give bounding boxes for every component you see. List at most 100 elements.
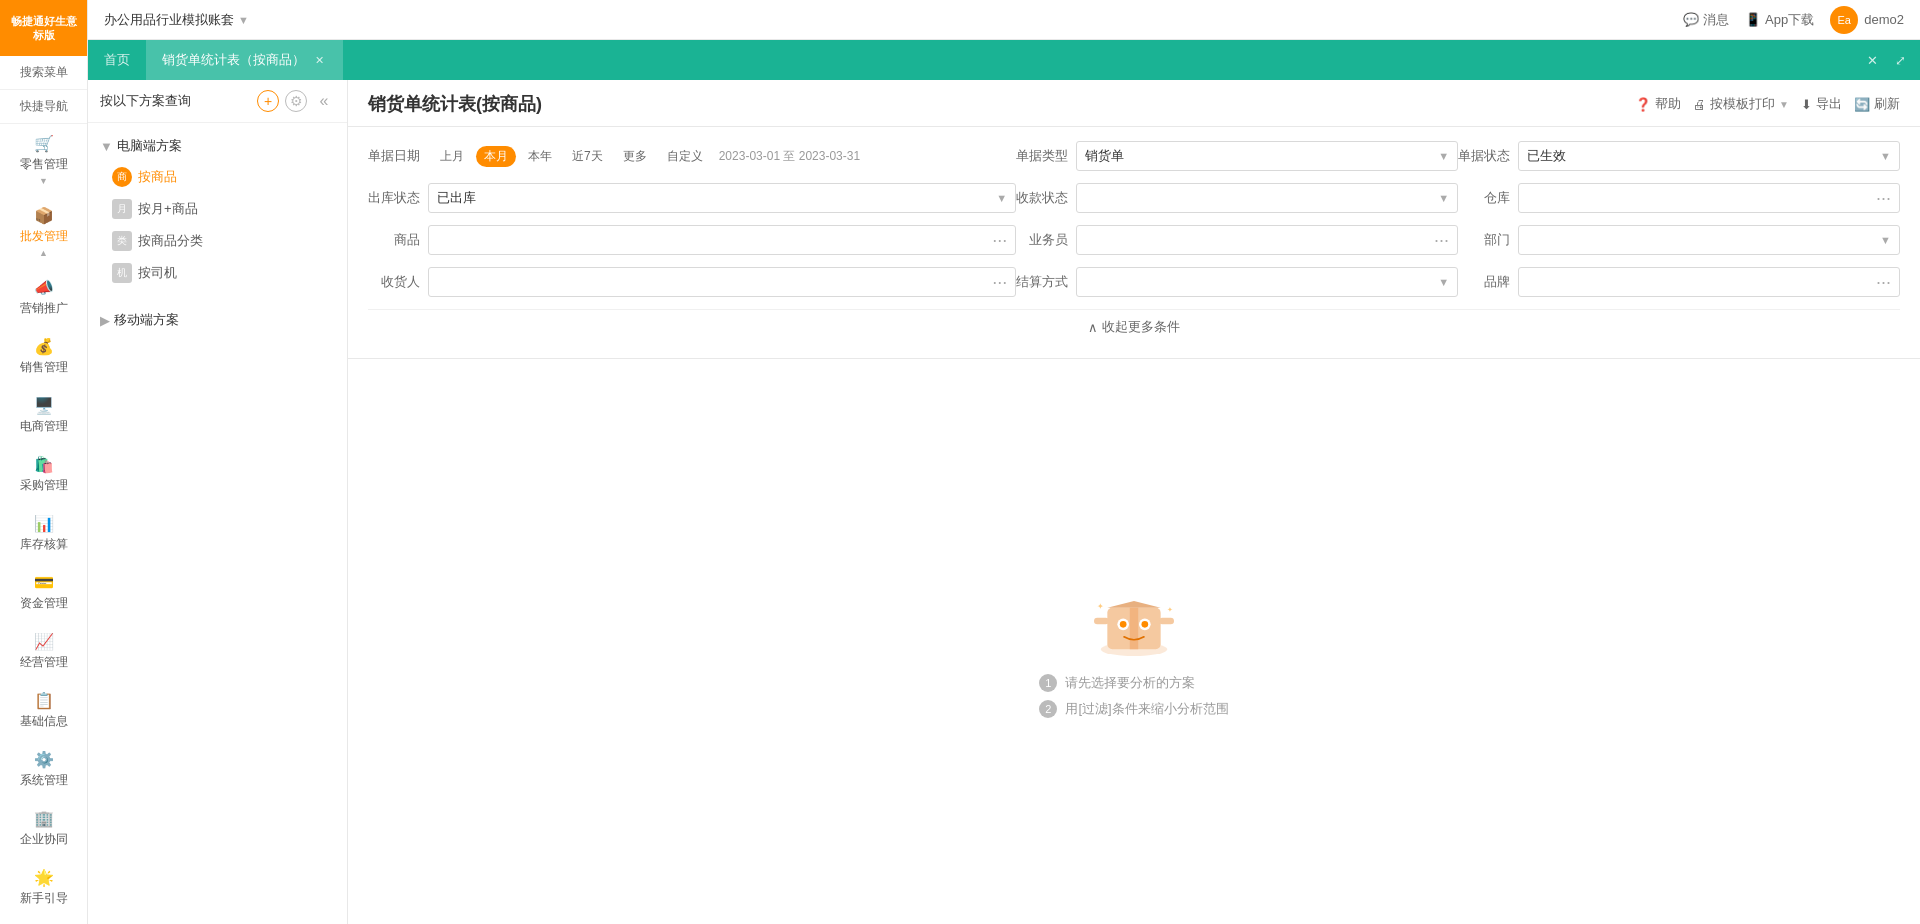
sidebar-item-wholesale[interactable]: 📦 批发管理 ▲ (0, 196, 87, 268)
filter-row-3: 商品 ··· 业务员 ··· 部门 (368, 225, 1900, 255)
tree-child-by-month-product[interactable]: 月 按月+商品 (112, 193, 347, 225)
salesman-selector[interactable]: ··· (1076, 225, 1458, 255)
tree-pc-section: ▼ 电脑端方案 商 按商品 月 按月+商品 类 按商品分类 (88, 123, 347, 297)
tree-child-by-cashier[interactable]: 机 按司机 (112, 257, 347, 289)
page-header: 销货单统计表(按商品) ❓ 帮助 🖨 按模板打印 ▼ ⬇ 导出 (348, 80, 1920, 127)
empty-tips: 1 请先选择要分析的方案 2 用[过滤]条件来缩小分析范围 (1039, 674, 1228, 718)
warehouse-dots[interactable]: ··· (1876, 188, 1891, 209)
sidebar-item-operations-label: 经营管理 (20, 654, 68, 671)
tab-sales-report[interactable]: 销货单统计表（按商品） ✕ (146, 40, 343, 80)
tab-home[interactable]: 首页 (88, 40, 146, 80)
tree-child-by-category[interactable]: 类 按商品分类 (112, 225, 347, 257)
refresh-label: 刷新 (1874, 95, 1900, 113)
sidebar-item-sales[interactable]: 💰 销售管理 (0, 327, 87, 386)
brand-selector[interactable]: ··· (1518, 267, 1900, 297)
filter-row-4: 收货人 ··· 结算方式 ▼ 品牌 (368, 267, 1900, 297)
receiver-dots[interactable]: ··· (992, 272, 1007, 293)
help-button[interactable]: ❓ 帮助 (1635, 95, 1681, 113)
tab-close-icon[interactable]: ✕ (311, 52, 327, 68)
add-scheme-button[interactable]: + (257, 90, 279, 112)
date-tab-this-year[interactable]: 本年 (520, 146, 560, 167)
receipt-status-selector[interactable]: ▼ (1076, 183, 1458, 213)
sidebar-item-purchase[interactable]: 🛍️ 采购管理 (0, 445, 87, 504)
user-profile[interactable]: Ea demo2 (1830, 6, 1904, 34)
collapse-filter-bar[interactable]: ∧ 收起更多条件 (368, 309, 1900, 344)
salesman-dots[interactable]: ··· (1434, 230, 1449, 251)
receiver-label: 收货人 (368, 273, 428, 291)
sidebar-item-ecommerce[interactable]: 🖥️ 电商管理 (0, 386, 87, 445)
sidebar-item-finance-label: 资金管理 (20, 595, 68, 612)
out-status-dropdown-icon: ▼ (996, 192, 1007, 204)
settlement-label: 结算方式 (1016, 273, 1076, 291)
date-tab-custom[interactable]: 自定义 (659, 146, 711, 167)
template-print-button[interactable]: 🖨 按模板打印 ▼ (1693, 95, 1789, 113)
template-print-dropdown-icon: ▼ (1779, 99, 1789, 110)
by-product-icon: 商 (112, 167, 132, 187)
date-tab-last-month[interactable]: 上月 (432, 146, 472, 167)
settlement-dropdown-icon: ▼ (1438, 276, 1449, 288)
basic-icon: 📋 (34, 691, 54, 710)
message-button[interactable]: 💬 消息 (1683, 11, 1729, 29)
by-cashier-icon: 机 (112, 263, 132, 283)
product-selector[interactable]: ··· (428, 225, 1016, 255)
out-status-selector[interactable]: 已出库 ▼ (428, 183, 1016, 213)
sidebar-item-operations[interactable]: 📈 经营管理 (0, 622, 87, 681)
sidebar-item-newguide[interactable]: 🌟 新手引导 (0, 858, 87, 917)
sidebar-item-system[interactable]: ⚙️ 系统管理 (0, 740, 87, 799)
collapse-panel-button[interactable]: « (313, 90, 335, 112)
app-download-label: App下载 (1765, 11, 1814, 29)
status-value: 已生效 (1527, 147, 1876, 165)
warehouse-selector[interactable]: ··· (1518, 183, 1900, 213)
sidebar-item-retail[interactable]: 🛒 零售管理 ▼ (0, 124, 87, 196)
department-selector[interactable]: ▼ (1518, 225, 1900, 255)
sidebar-item-finance[interactable]: 💳 资金管理 (0, 563, 87, 622)
brand-dots[interactable]: ··· (1876, 272, 1891, 293)
refresh-button[interactable]: 🔄 刷新 (1854, 95, 1900, 113)
settlement-selector[interactable]: ▼ (1076, 267, 1458, 297)
tab-close-all-button[interactable]: ✕ (1860, 48, 1884, 72)
sidebar-item-enterprise[interactable]: 🏢 企业协同 (0, 799, 87, 858)
sidebar-search-menu[interactable]: 搜索菜单 (0, 56, 87, 90)
product-label: 商品 (368, 231, 428, 249)
export-icon: ⬇ (1801, 97, 1812, 112)
empty-tip-2-text: 用[过滤]条件来缩小分析范围 (1065, 700, 1228, 718)
tree-child-by-month-product-label: 按月+商品 (138, 200, 198, 218)
app-download-button[interactable]: 📱 App下载 (1745, 11, 1814, 29)
avatar: Ea (1830, 6, 1858, 34)
date-tab-7days[interactable]: 近7天 (564, 146, 611, 167)
marketing-icon: 📣 (34, 278, 54, 297)
receiver-selector[interactable]: ··· (428, 267, 1016, 297)
sidebar-item-wholesale-label: 批发管理 (20, 228, 68, 245)
sidebar-item-inventory[interactable]: 📊 库存核算 (0, 504, 87, 563)
sidebar-quicknav[interactable]: 快捷导航 (0, 90, 87, 124)
empty-tip-1-num: 1 (1039, 674, 1057, 692)
empty-tip-1: 1 请先选择要分析的方案 (1039, 674, 1228, 692)
date-tab-this-month[interactable]: 本月 (476, 146, 516, 167)
type-selector[interactable]: 销货单 ▼ (1076, 141, 1458, 171)
tree-mobile-group[interactable]: ▶ 移动端方案 (88, 305, 347, 335)
department-label: 部门 (1458, 231, 1518, 249)
sidebar-logo[interactable]: 畅捷通好生意 标版 (0, 0, 87, 56)
enterprise-icon: 🏢 (34, 809, 54, 828)
tree-child-by-product[interactable]: 商 按商品 (112, 161, 347, 193)
tab-maximize-button[interactable]: ⤢ (1888, 48, 1912, 72)
date-tab-more[interactable]: 更多 (615, 146, 655, 167)
page-header-actions: ❓ 帮助 🖨 按模板打印 ▼ ⬇ 导出 🔄 刷新 (1635, 95, 1900, 113)
filter-settlement: 结算方式 ▼ (1016, 267, 1458, 297)
svg-rect-8 (1159, 617, 1174, 624)
export-button[interactable]: ⬇ 导出 (1801, 95, 1842, 113)
industry-selector[interactable]: 办公用品行业模拟账套 ▼ (104, 11, 249, 29)
sidebar-item-marketing[interactable]: 📣 营销推广 (0, 268, 87, 327)
tree-pc-group[interactable]: ▼ 电脑端方案 (88, 131, 347, 161)
product-dots[interactable]: ··· (992, 230, 1007, 251)
svg-text:✦: ✦ (1167, 605, 1173, 612)
sidebar-item-appstore[interactable]: 📱 应用中心 (0, 917, 87, 924)
svg-text:✦: ✦ (1097, 601, 1104, 611)
receipt-status-label: 收款状态 (1016, 189, 1076, 207)
status-selector[interactable]: 已生效 ▼ (1518, 141, 1900, 171)
sidebar-item-basic[interactable]: 📋 基础信息 (0, 681, 87, 740)
print-icon: 🖨 (1693, 97, 1706, 112)
type-label: 单据类型 (1016, 147, 1076, 165)
inventory-icon: 📊 (34, 514, 54, 533)
settings-scheme-button[interactable]: ⚙ (285, 90, 307, 112)
